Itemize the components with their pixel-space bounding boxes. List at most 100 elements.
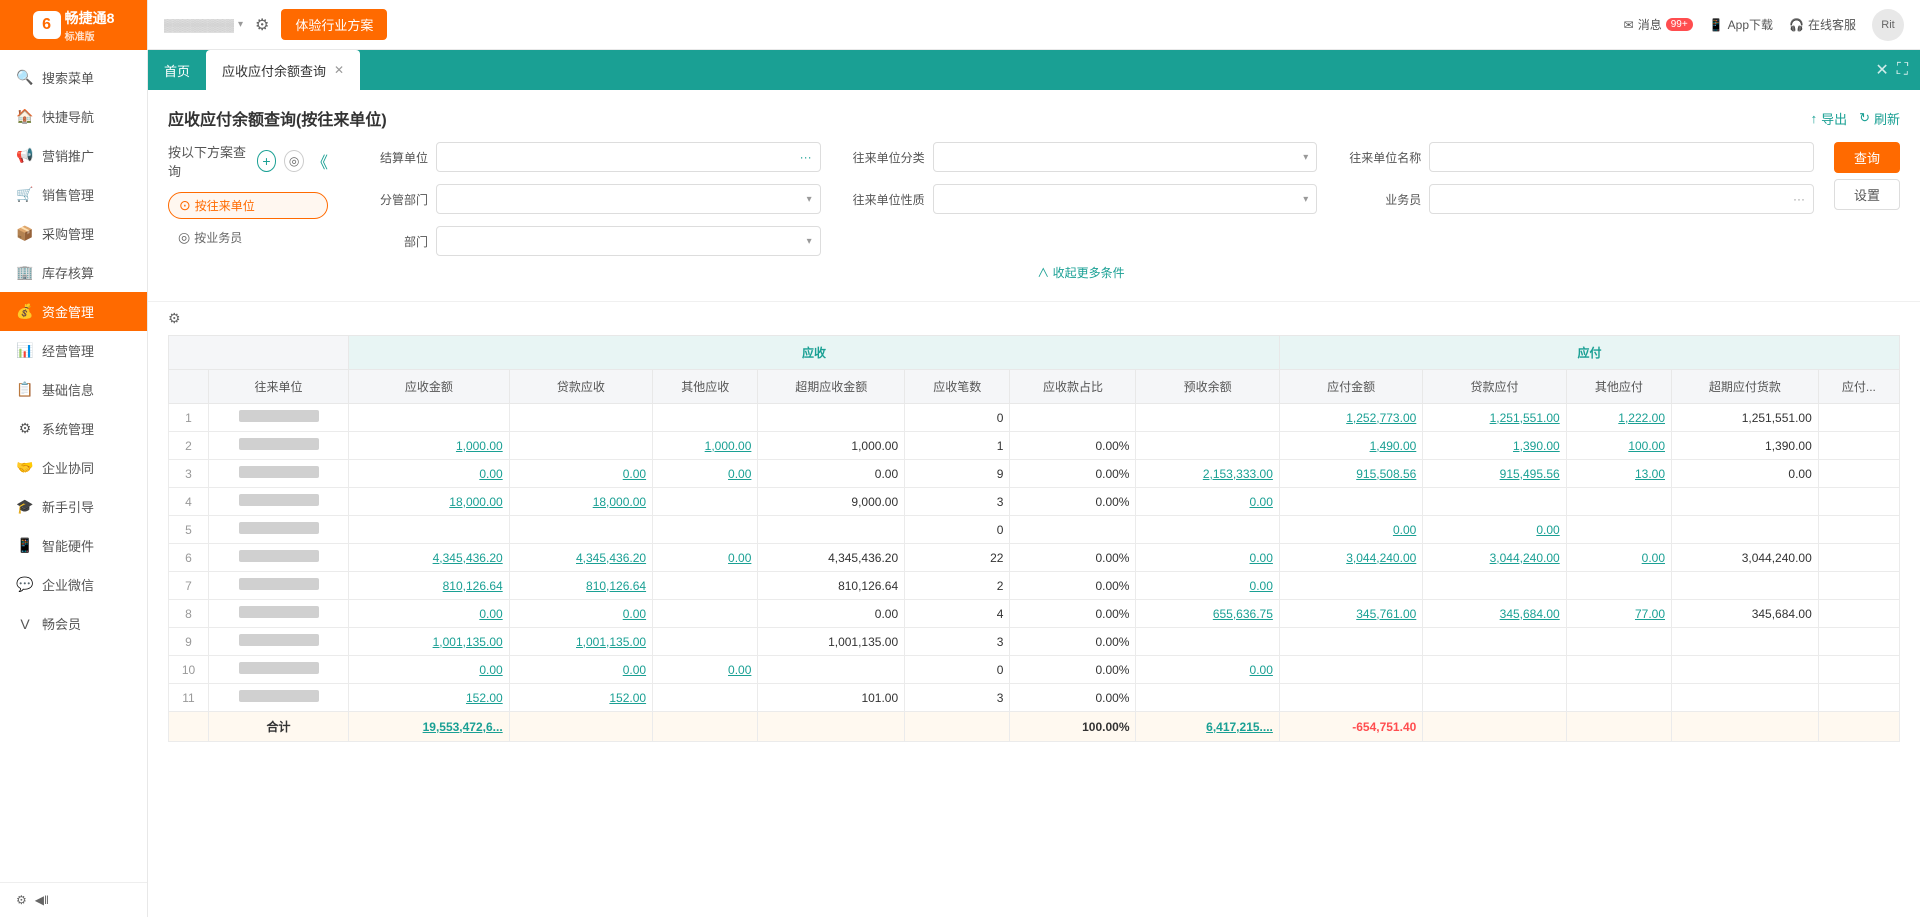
query-buttons: 查询 设置 xyxy=(1834,142,1900,210)
scheme-icon-partner: ⊙ xyxy=(179,197,191,214)
basic-icon: 📋 xyxy=(16,381,34,398)
sidebar-item-hardware[interactable]: 📱 智能硬件 xyxy=(0,526,147,565)
app-edition: 标准版 xyxy=(65,28,115,43)
marketing-icon: 📢 xyxy=(16,147,34,164)
operation-icon: 📊 xyxy=(16,342,34,359)
collapse-button[interactable]: ∧ 收起更多条件 xyxy=(348,256,1814,289)
settings-button[interactable]: 设置 xyxy=(1834,179,1900,210)
table-row: 30.000.000.000.0090.00%2,153,333.00915,5… xyxy=(169,460,1900,488)
sidebar-item-sales[interactable]: 🛒 销售管理 xyxy=(0,175,147,214)
col-group-empty xyxy=(169,336,349,370)
filter-row-nature: 往来单位性质 ▾ xyxy=(845,184,1318,214)
table-config-icon[interactable]: ⚙ xyxy=(168,310,181,327)
col-partner: 往来单位 xyxy=(209,370,349,404)
col-ar-count: 应收笔数 xyxy=(905,370,1010,404)
filter-scheme-staff[interactable]: ◎ 按业务员 xyxy=(168,225,328,250)
sidebar-item-quicknav[interactable]: 🏠 快捷导航 xyxy=(0,97,147,136)
home-icon: 🏠 xyxy=(16,108,34,125)
online-service-button[interactable]: 🎧 在线客服 xyxy=(1789,16,1856,33)
col-index xyxy=(169,370,209,404)
breadcrumb-text: ▓▓▓▓▓▓▓▓ xyxy=(164,18,234,32)
export-button[interactable]: ↑ 导出 xyxy=(1811,109,1848,128)
refresh-button[interactable]: ↻ 刷新 xyxy=(1859,109,1900,128)
page-header: 应收应付余额查询(按往来单位) ↑ 导出 ↻ 刷新 xyxy=(148,90,1920,142)
sidebar-item-operation[interactable]: 📊 经营管理 xyxy=(0,331,147,370)
sidebar-item-label: 企业微信 xyxy=(42,575,94,594)
sidebar-item-finance[interactable]: 💰 资金管理 xyxy=(0,292,147,331)
filter-scheme-partner[interactable]: ⊙ 按往来单位 xyxy=(168,192,328,219)
header-gear-icon[interactable]: ⚙ xyxy=(255,15,269,35)
tab-home[interactable]: 首页 xyxy=(148,50,206,90)
dots-icon-staff[interactable]: ··· xyxy=(1793,192,1805,206)
sidebar-item-label: 销售管理 xyxy=(42,185,94,204)
tab-ar-ap-label: 应收应付余额查询 xyxy=(222,61,326,80)
sidebar-item-inventory[interactable]: 🏢 库存核算 xyxy=(0,253,147,292)
messages-label: 消息 xyxy=(1638,16,1662,33)
table-row: 11152.00152.00101.0030.00% xyxy=(169,684,1900,712)
messages-button[interactable]: ✉ 消息 99+ xyxy=(1624,16,1693,33)
col-ap-more: 应付... xyxy=(1818,370,1899,404)
filter-grid: 结算单位 ··· 往来单位分类 ▾ xyxy=(348,142,1814,256)
tab-ar-ap[interactable]: 应收应付余额查询 ✕ xyxy=(206,50,360,90)
filter-input-staff[interactable]: ··· xyxy=(1429,184,1814,214)
tab-home-label: 首页 xyxy=(164,61,190,80)
filter-label-category: 往来单位分类 xyxy=(845,149,925,166)
filter-select-depart[interactable]: ▾ xyxy=(436,226,821,256)
sidebar-item-vip[interactable]: V 畅会员 xyxy=(0,604,147,643)
table-row: 91,001,135.001,001,135.001,001,135.0030.… xyxy=(169,628,1900,656)
tab-close-all-icon[interactable]: ✕ xyxy=(1875,60,1888,80)
query-button[interactable]: 查询 xyxy=(1834,142,1900,173)
sidebar-item-label: 库存核算 xyxy=(42,263,94,282)
table-row: 80.000.000.0040.00%655,636.75345,761.003… xyxy=(169,600,1900,628)
filter-settings-button[interactable]: ◎ xyxy=(284,150,304,172)
table-row: 500.000.00 xyxy=(169,516,1900,544)
sidebar-item-search[interactable]: 🔍 搜索菜单 xyxy=(0,58,147,97)
col-group-ap: 应付 xyxy=(1279,336,1899,370)
header-actions: ✉ 消息 99+ 📱 App下载 🎧 在线客服 Rit xyxy=(1624,9,1904,41)
filter-input-name[interactable] xyxy=(1429,142,1814,172)
sidebar-item-wechat[interactable]: 💬 企业微信 xyxy=(0,565,147,604)
filter-row-depart: 部门 ▾ xyxy=(348,226,821,256)
user-avatar[interactable]: Rit xyxy=(1872,9,1904,41)
filter-select-category[interactable]: ▾ xyxy=(933,142,1318,172)
sidebar-item-label: 营销推广 xyxy=(42,146,94,165)
filter-expand-icon[interactable]: 《 xyxy=(312,149,328,173)
filter-section: 按以下方案查询 + ◎ 《 ⊙ 按往来单位 ◎ xyxy=(148,142,1920,302)
collapse-icon[interactable]: ◀‖ xyxy=(35,893,49,907)
sidebar-item-basic[interactable]: 📋 基础信息 xyxy=(0,370,147,409)
solution-button[interactable]: 体验行业方案 xyxy=(281,9,387,40)
enterprise-icon: 🤝 xyxy=(16,459,34,476)
purchase-icon: 📦 xyxy=(16,225,34,242)
total-row: 合计 19,553,472,6... 100.00% 6,417,215....… xyxy=(169,712,1900,742)
filter-select-nature[interactable]: ▾ xyxy=(933,184,1318,214)
tab-maximize-icon[interactable]: ⛶ xyxy=(1897,61,1908,79)
sidebar-item-label: 采购管理 xyxy=(42,224,94,243)
sidebar-item-enterprise[interactable]: 🤝 企业协同 xyxy=(0,448,147,487)
app-download-button[interactable]: 📱 App下载 xyxy=(1709,16,1773,33)
filter-row-settlement: 结算单位 ··· xyxy=(348,142,821,172)
sidebar-item-guide[interactable]: 🎓 新手引导 xyxy=(0,487,147,526)
message-icon: ✉ xyxy=(1624,18,1634,32)
filter-scheme-panel: 按以下方案查询 + ◎ 《 ⊙ 按往来单位 ◎ xyxy=(168,142,328,250)
sidebar-item-label: 智能硬件 xyxy=(42,536,94,555)
filter-label-depart: 部门 xyxy=(348,233,428,250)
filter-fields-panel: 结算单位 ··· 往来单位分类 ▾ xyxy=(348,142,1814,289)
sidebar-item-marketing[interactable]: 📢 营销推广 xyxy=(0,136,147,175)
filter-add-button[interactable]: + xyxy=(257,150,277,172)
settings-icon[interactable]: ⚙ xyxy=(16,893,27,907)
filter-row-category: 往来单位分类 ▾ xyxy=(845,142,1318,172)
sidebar-item-system[interactable]: ⚙ 系统管理 xyxy=(0,409,147,448)
filter-select-dept[interactable]: ▾ xyxy=(436,184,821,214)
sidebar-item-purchase[interactable]: 📦 采购管理 xyxy=(0,214,147,253)
col-ap-overdue: 超期应付货款 xyxy=(1672,370,1819,404)
col-group-ar: 应收 xyxy=(349,336,1280,370)
messages-badge: 99+ xyxy=(1666,18,1693,31)
breadcrumb: ▓▓▓▓▓▓▓▓ ▾ xyxy=(164,18,243,32)
tab-close-icon[interactable]: ✕ xyxy=(334,63,344,77)
col-ar-loan: 贷款应收 xyxy=(509,370,652,404)
sidebar-item-label: 系统管理 xyxy=(42,419,94,438)
filter-input-settlement[interactable]: ··· xyxy=(436,142,821,172)
dots-icon-settlement[interactable]: ··· xyxy=(800,150,812,164)
filter-top: 按以下方案查询 + ◎ 《 xyxy=(168,142,328,180)
filter-label-settlement: 结算单位 xyxy=(348,149,428,166)
